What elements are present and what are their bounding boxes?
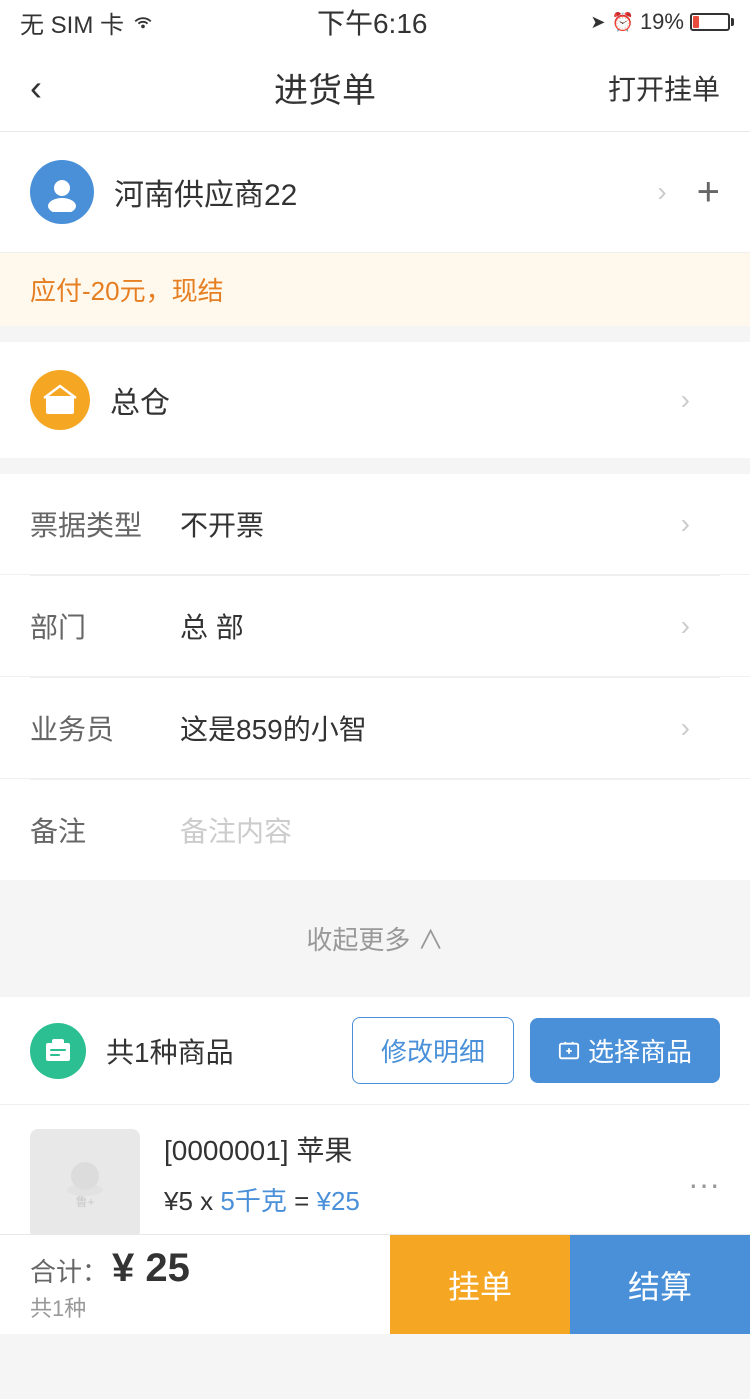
product-header: 共1种商品 修改明细 选择商品 (0, 997, 750, 1105)
open-hang-btn[interactable]: 打开挂单 (608, 68, 720, 108)
warehouse-name: 总仓 (110, 378, 681, 422)
product-total: ¥25 (317, 1186, 360, 1216)
status-time: 下午6:16 (317, 2, 428, 42)
product-more-button[interactable]: ··· (688, 1166, 720, 1203)
invoice-label: 票据类型 (30, 504, 150, 544)
unit-price: ¥5 (164, 1186, 193, 1216)
product-name: [0000001] 苹果 (164, 1129, 688, 1169)
nav-bar: ‹ 进货单 打开挂单 (0, 44, 750, 132)
select-product-label: 选择商品 (588, 1032, 692, 1069)
checkout-button[interactable]: 结算 (570, 1235, 750, 1334)
page-title: 进货单 (274, 63, 376, 112)
dept-label: 部门 (30, 606, 150, 646)
warehouse-row[interactable]: 总仓 › (0, 342, 750, 458)
sales-row[interactable]: 业务员 这是859的小智 › (0, 678, 750, 779)
supplier-row[interactable]: 河南供应商22 › + (0, 132, 750, 253)
warehouse-card: 总仓 › (0, 342, 750, 458)
multiply-sign: x (200, 1186, 213, 1216)
collapse-button[interactable]: 收起更多 ∧ (0, 896, 750, 981)
supplier-chevron-icon: › (657, 176, 666, 208)
invoice-chevron-icon: › (681, 508, 690, 540)
wifi-icon (132, 8, 154, 36)
product-info: [0000001] 苹果 ¥5 x 5千克 = ¥25 (164, 1129, 688, 1218)
sales-chevron-icon: › (681, 712, 690, 744)
product-count-text: 共1种商品 (106, 1031, 352, 1071)
svg-text:鲁+: 鲁+ (75, 1195, 94, 1209)
product-code: [0000001] (164, 1135, 289, 1166)
total-amount: ¥ 25 (112, 1246, 190, 1291)
dept-row[interactable]: 部门 总 部 › (0, 576, 750, 677)
invoice-row[interactable]: 票据类型 不开票 › (0, 474, 750, 575)
product-count-icon (30, 1023, 86, 1079)
notice-text: 应付-20元，现结 (30, 276, 224, 306)
remark-input[interactable]: 备注内容 (150, 810, 720, 850)
remark-row[interactable]: 备注 备注内容 (0, 780, 750, 880)
supplier-name: 河南供应商22 (114, 170, 657, 214)
product-qty: 5千克 (220, 1186, 286, 1216)
add-supplier-button[interactable]: + (697, 170, 720, 215)
battery-label: 19% (640, 9, 684, 35)
invoice-value: 不开票 (150, 504, 681, 544)
location-icon: ➤ (590, 12, 605, 33)
sales-value: 这是859的小智 (150, 708, 681, 748)
total-label: 合计： (30, 1252, 108, 1289)
warehouse-chevron-icon: › (681, 384, 690, 416)
warehouse-icon (30, 370, 90, 430)
total-count: 共1种 (30, 1291, 360, 1323)
status-bar: 无 SIM 卡 下午6:16 ➤ ⏰ 19% (0, 0, 750, 44)
product-title: 苹果 (296, 1135, 352, 1166)
product-thumbnail: 鲁+ (30, 1129, 140, 1239)
back-button[interactable]: ‹ (30, 67, 42, 109)
carrier-label: 无 SIM 卡 (20, 5, 124, 40)
notice-bar: 应付-20元，现结 (0, 253, 750, 326)
alarm-icon: ⏰ (612, 12, 634, 33)
select-product-button[interactable]: 选择商品 (530, 1018, 720, 1083)
edit-detail-button[interactable]: 修改明细 (352, 1017, 514, 1084)
total-section: 合计： ¥ 25 共1种 (0, 1235, 390, 1334)
supplier-card: 河南供应商22 › + 应付-20元，现结 (0, 132, 750, 326)
remark-label: 备注 (30, 810, 150, 850)
dept-value: 总 部 (150, 606, 681, 646)
bottom-bar: 合计： ¥ 25 共1种 挂单 结算 (0, 1234, 750, 1334)
product-card: 共1种商品 修改明细 选择商品 鲁+ [0000001] 苹果 (0, 997, 750, 1263)
hang-button[interactable]: 挂单 (390, 1235, 570, 1334)
fields-card: 票据类型 不开票 › 部门 总 部 › 业务员 这是859的小智 › 备注 备注… (0, 474, 750, 880)
dept-chevron-icon: › (681, 610, 690, 642)
product-price: ¥5 x 5千克 = ¥25 (164, 1181, 688, 1218)
sales-label: 业务员 (30, 708, 150, 748)
battery-icon (690, 13, 730, 31)
supplier-avatar (30, 160, 94, 224)
equals-sign: = (294, 1186, 309, 1216)
